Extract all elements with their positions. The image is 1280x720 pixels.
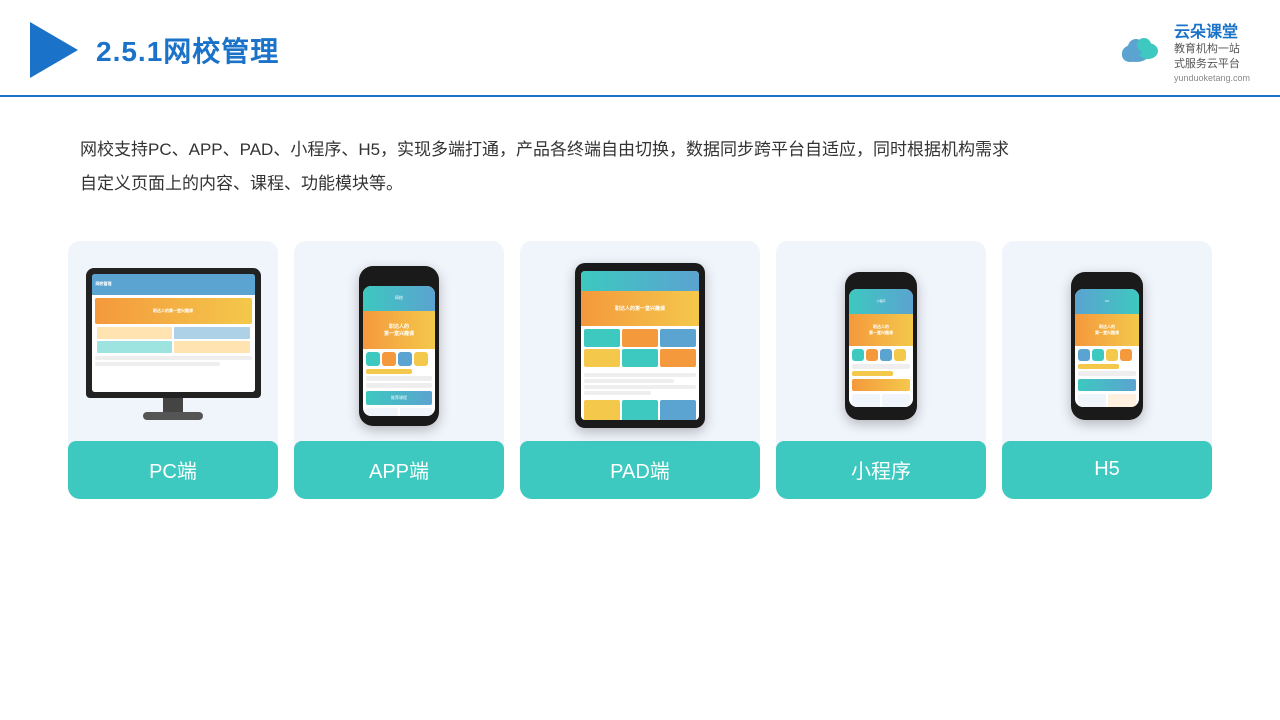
pad-image-area: 职达人的第一堂兴趣课 — [520, 241, 760, 441]
page-header: 2.5.1网校管理 云朵课堂 教育机构一站式服务云平台 yunduoketang… — [0, 0, 1280, 97]
app-label: APP端 — [294, 441, 504, 499]
brand-text-block: 云朵课堂 教育机构一站式服务云平台 yunduoketang.com — [1174, 18, 1250, 83]
app-card: 网校 职达人的第一堂兴趣课 — [294, 241, 504, 499]
brand-url: yunduoketang.com — [1174, 73, 1250, 83]
pad-label: PAD端 — [520, 441, 760, 499]
pc-card: 网校管理 职达人的第一堂兴趣课 — [68, 241, 278, 499]
brand-tagline: 教育机构一站式服务云平台 — [1174, 42, 1250, 73]
header-left: 2.5.1网校管理 — [30, 22, 279, 78]
miniprogram-label: 小程序 — [776, 441, 986, 499]
page-title: 2.5.1网校管理 — [96, 30, 279, 70]
app-phone-icon: 网校 职达人的第一堂兴趣课 — [359, 266, 439, 426]
miniprogram-image-area: 小程序 职达人的第一堂兴趣课 — [776, 241, 986, 441]
logo-triangle-icon — [30, 22, 78, 78]
h5-image-area: H5 职达人的第一堂兴趣课 — [1002, 241, 1212, 441]
pc-label: PC端 — [68, 441, 278, 499]
pc-monitor-icon: 网校管理 职达人的第一堂兴趣课 — [86, 268, 261, 423]
page-description: 网校支持PC、APP、PAD、小程序、H5，实现多端打通，产品各终端自由切换，数… — [0, 97, 1100, 221]
h5-card: H5 职达人的第一堂兴趣课 — [1002, 241, 1212, 499]
brand-logo: 云朵课堂 教育机构一站式服务云平台 yunduoketang.com — [1116, 18, 1250, 83]
h5-label: H5 — [1002, 441, 1212, 499]
cloud-icon — [1116, 35, 1166, 65]
pad-card: 职达人的第一堂兴趣课 — [520, 241, 760, 499]
description-text: 网校支持PC、APP、PAD、小程序、H5，实现多端打通，产品各终端自由切换，数… — [80, 133, 1020, 201]
miniprogram-phone-icon: 小程序 职达人的第一堂兴趣课 — [845, 272, 917, 420]
brand-name: 云朵课堂 — [1174, 18, 1250, 42]
pad-tablet-icon: 职达人的第一堂兴趣课 — [575, 263, 705, 428]
miniprogram-card: 小程序 职达人的第一堂兴趣课 — [776, 241, 986, 499]
pc-image-area: 网校管理 职达人的第一堂兴趣课 — [68, 241, 278, 441]
platform-cards: 网校管理 职达人的第一堂兴趣课 — [0, 221, 1280, 529]
app-image-area: 网校 职达人的第一堂兴趣课 — [294, 241, 504, 441]
h5-phone-icon: H5 职达人的第一堂兴趣课 — [1071, 272, 1143, 420]
